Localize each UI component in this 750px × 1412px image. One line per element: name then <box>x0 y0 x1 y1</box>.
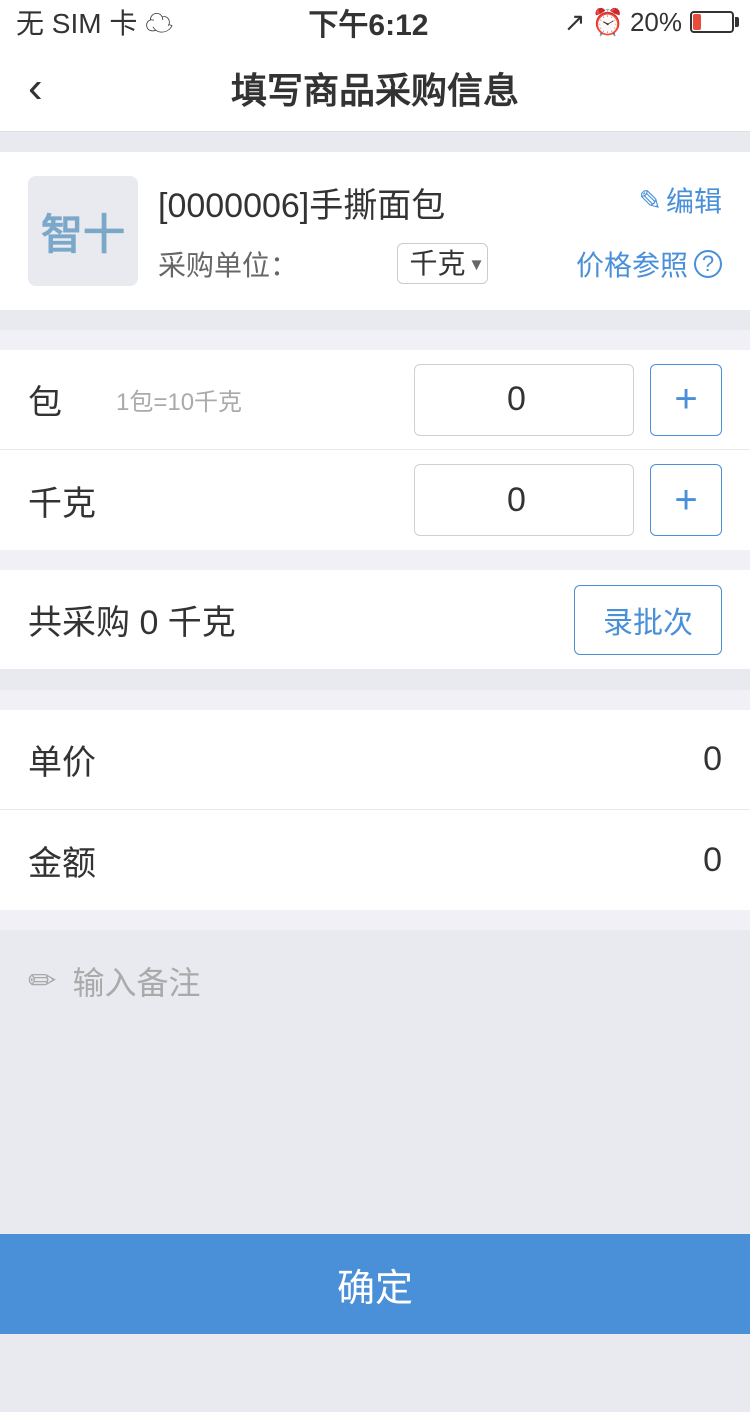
input-section: 包 1包=10千克 + 千克 + <box>0 350 750 550</box>
unit-price-label: 单价 <box>28 735 703 784</box>
batch-button[interactable]: 录批次 <box>574 585 722 655</box>
product-card: 智十 [0000006]手撕面包 采购单位： 千克 包 价格参照 ? <box>0 152 750 310</box>
price-ref-label: 价格参照 <box>576 244 688 284</box>
mid-divider1 <box>0 310 750 330</box>
location-icon: ↗ <box>564 7 586 38</box>
edit-link[interactable]: ✎ 编辑 <box>639 180 722 220</box>
price-section: 单价 0 金额 0 <box>0 710 750 910</box>
pencil-icon: ✏ <box>28 961 57 1001</box>
status-time: 下午6:12 <box>308 0 428 44</box>
amount-row: 金额 0 <box>0 810 750 910</box>
product-logo: 智十 <box>41 201 125 262</box>
pack-input[interactable] <box>414 364 634 436</box>
summary-text: 共采购 0 千克 <box>28 595 574 644</box>
kg-plus-button[interactable]: + <box>650 464 722 536</box>
bottom-space <box>0 1032 750 1412</box>
edit-icon: ✎ <box>639 184 662 217</box>
status-bar: 无 SIM 卡 ☁ 下午6:12 ↗ ⏰ 20% <box>0 0 750 44</box>
product-image: 智十 <box>28 176 138 286</box>
unit-price-row: 单价 0 <box>0 710 750 810</box>
unit-select[interactable]: 千克 包 <box>397 243 488 284</box>
product-info: [0000006]手撕面包 采购单位： 千克 包 价格参照 ? <box>158 178 722 284</box>
status-left: 无 SIM 卡 ☁ <box>16 2 173 42</box>
unit-label: 采购单位： <box>158 244 298 284</box>
unit-price-value: 0 <box>703 740 722 779</box>
confirm-button[interactable]: 确定 <box>0 1234 750 1334</box>
page-title: 填写商品采购信息 <box>231 62 519 114</box>
product-name: [0000006]手撕面包 <box>158 178 722 227</box>
top-divider <box>0 132 750 152</box>
pack-sublabel: 1包=10千克 <box>116 382 242 417</box>
price-ref-link[interactable]: 价格参照 ? <box>576 244 722 284</box>
amount-label: 金额 <box>28 836 703 885</box>
note-section[interactable]: ✏ 输入备注 <box>0 930 750 1032</box>
kg-input-wrapper: + <box>414 464 722 536</box>
pack-plus-button[interactable]: + <box>650 364 722 436</box>
amount-value: 0 <box>703 841 722 880</box>
edit-label: 编辑 <box>666 180 722 220</box>
battery-percent: 20% <box>630 7 682 38</box>
mid-divider2 <box>0 670 750 690</box>
unit-select-wrapper[interactable]: 千克 包 <box>397 243 488 284</box>
nav-bar: ‹ 填写商品采购信息 <box>0 44 750 132</box>
summary-section: 共采购 0 千克 录批次 <box>0 570 750 670</box>
price-ref-icon: ? <box>694 250 722 278</box>
alarm-icon: ⏰ <box>592 7 624 38</box>
battery-icon <box>690 11 734 33</box>
status-right: ↗ ⏰ 20% <box>564 7 734 38</box>
pack-label: 包 <box>28 375 108 424</box>
kg-label: 千克 <box>28 476 108 525</box>
back-button[interactable]: ‹ <box>28 66 43 110</box>
kg-input[interactable] <box>414 464 634 536</box>
sim-status: 无 SIM 卡 ☁ <box>16 2 173 42</box>
pack-row: 包 1包=10千克 + <box>0 350 750 450</box>
note-placeholder: 输入备注 <box>73 958 201 1004</box>
pack-input-wrapper: + <box>414 364 722 436</box>
kg-row: 千克 + <box>0 450 750 550</box>
